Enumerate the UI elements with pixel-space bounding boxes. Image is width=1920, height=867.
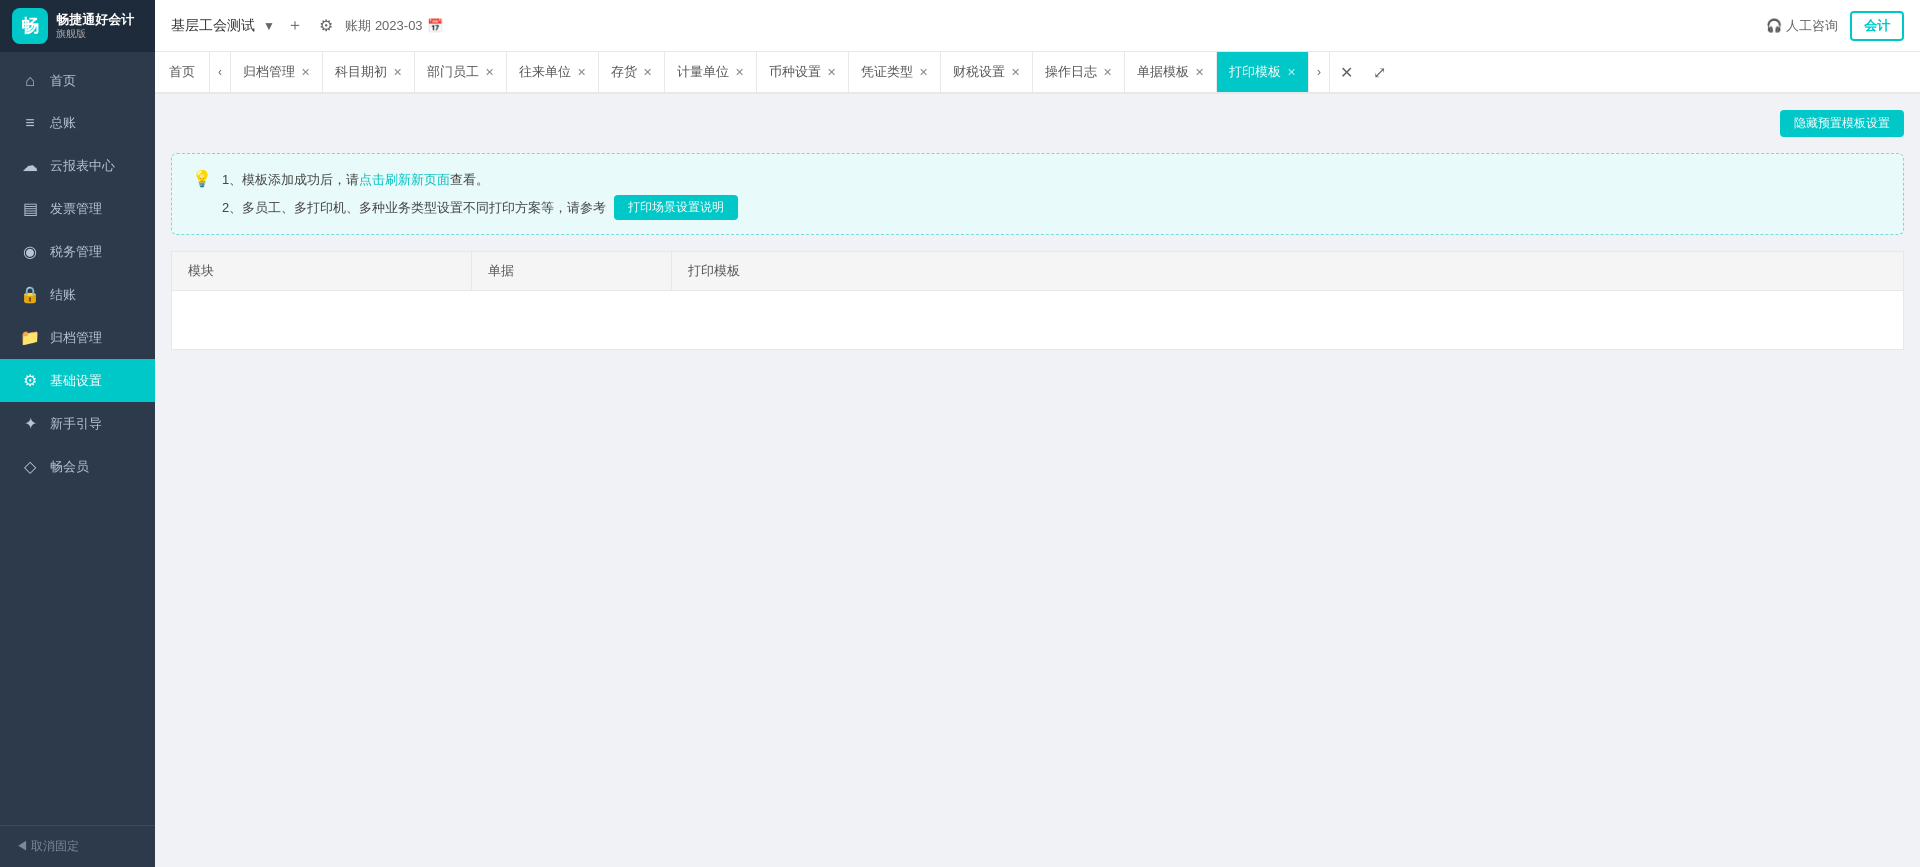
sidebar-item-label: 首页 — [50, 72, 76, 90]
sidebar-item-vip[interactable]: ◇ 畅会员 — [0, 445, 155, 488]
sidebar-item-ledger[interactable]: ≡ 总账 — [0, 102, 155, 144]
tab-archive[interactable]: 归档管理 ✕ — [231, 52, 323, 93]
tab-close-icon[interactable]: ✕ — [643, 66, 652, 79]
sidebar-item-reports[interactable]: ☁ 云报表中心 — [0, 144, 155, 187]
print-scene-button[interactable]: 打印场景设置说明 — [614, 195, 738, 220]
sidebar-item-settings[interactable]: ⚙ 基础设置 — [0, 359, 155, 402]
sidebar-item-tax[interactable]: ◉ 税务管理 — [0, 230, 155, 273]
bulb-icon: 💡 — [192, 169, 212, 188]
ledger-icon: ≡ — [20, 114, 40, 132]
template-table: 模块 单据 打印模板 — [171, 251, 1904, 350]
sidebar-item-closing[interactable]: 🔒 结账 — [0, 273, 155, 316]
notice-box: 💡 1、模板添加成功后，请点击刷新新页面查看。 2、多员工、多打印机、多种业务类… — [171, 153, 1904, 235]
sidebar-item-label: 结账 — [50, 286, 76, 304]
tab-voucher[interactable]: 凭证类型 ✕ — [849, 52, 941, 93]
tab-close-icon[interactable]: ✕ — [735, 66, 744, 79]
sidebar-item-guide[interactable]: ✦ 新手引导 — [0, 402, 155, 445]
tab-close-icon[interactable]: ✕ — [301, 66, 310, 79]
notice-line1: 1、模板添加成功后，请点击刷新新页面查看。 — [222, 168, 738, 191]
tab-expand-button[interactable]: ⤢ — [1363, 52, 1396, 93]
tax-icon: ◉ — [20, 242, 40, 261]
tab-close-icon[interactable]: ✕ — [485, 66, 494, 79]
sidebar-item-label: 基础设置 — [50, 372, 102, 390]
kuaiji-button[interactable]: 会计 — [1850, 11, 1904, 41]
notice-row: 💡 1、模板添加成功后，请点击刷新新页面查看。 2、多员工、多打印机、多种业务类… — [192, 168, 1883, 220]
sidebar-item-label: 畅会员 — [50, 458, 89, 476]
tab-close-all-button[interactable]: ✕ — [1330, 52, 1363, 93]
archive-icon: 📁 — [20, 328, 40, 347]
tab-close-icon[interactable]: ✕ — [1011, 66, 1020, 79]
tab-currency[interactable]: 币种设置 ✕ — [757, 52, 849, 93]
home-icon: ⌂ — [20, 72, 40, 90]
invoice-icon: ▤ — [20, 199, 40, 218]
vip-icon: ◇ — [20, 457, 40, 476]
sidebar-item-label: 云报表中心 — [50, 157, 115, 175]
sidebar-item-label: 总账 — [50, 114, 76, 132]
unpin-button[interactable]: ◀ 取消固定 — [0, 825, 155, 867]
content-area: 隐藏预置模板设置 💡 1、模板添加成功后，请点击刷新新页面查看。 2、多员工、多… — [155, 94, 1920, 867]
calendar-icon[interactable]: 📅 — [427, 18, 443, 33]
tab-home[interactable]: 首页 — [155, 52, 210, 93]
tab-close-icon[interactable]: ✕ — [1287, 66, 1296, 79]
guide-icon: ✦ — [20, 414, 40, 433]
notice-line2: 2、多员工、多打印机、多种业务类型设置不同打印方案等，请参考 打印场景设置说明 — [222, 195, 738, 220]
settings-gear-button[interactable]: ⚙ — [315, 12, 337, 39]
sidebar-item-invoice[interactable]: ▤ 发票管理 — [0, 187, 155, 230]
sidebar-item-label: 税务管理 — [50, 243, 102, 261]
cloud-icon: ☁ — [20, 156, 40, 175]
closing-icon: 🔒 — [20, 285, 40, 304]
top-bar-left: 基层工会测试 ▼ ＋ ⚙ 账期 2023-03 📅 — [171, 11, 443, 40]
col-module-header: 模块 — [172, 252, 472, 290]
table-body — [171, 290, 1904, 350]
settings-icon: ⚙ — [20, 371, 40, 390]
tab-nav-right[interactable]: › — [1309, 52, 1330, 93]
table-header: 模块 单据 打印模板 — [171, 251, 1904, 290]
logo-sub: 旗舰版 — [56, 28, 134, 40]
tab-unit[interactable]: 计量单位 ✕ — [665, 52, 757, 93]
tab-single[interactable]: 单据模板 ✕ — [1125, 52, 1217, 93]
tab-close-icon[interactable]: ✕ — [393, 66, 402, 79]
company-dropdown-icon[interactable]: ▼ — [263, 19, 275, 33]
tab-bar: 首页 ‹ 归档管理 ✕ 科目期初 ✕ 部门员工 ✕ 往来单位 ✕ 存货 ✕ 计量… — [155, 52, 1920, 94]
logo-title: 畅捷通好会计 — [56, 12, 134, 28]
tab-inventory[interactable]: 存货 ✕ — [599, 52, 665, 93]
tab-close-icon[interactable]: ✕ — [827, 66, 836, 79]
tab-close-icon[interactable]: ✕ — [1195, 66, 1204, 79]
sidebar-item-archive[interactable]: 📁 归档管理 — [0, 316, 155, 359]
col-single-header: 单据 — [472, 252, 672, 290]
company-name: 基层工会测试 — [171, 17, 255, 35]
logo: 畅 畅捷通好会计 旗舰版 — [0, 0, 155, 52]
col-template-header: 打印模板 — [672, 252, 1903, 290]
tab-nav-left[interactable]: ‹ — [210, 52, 231, 93]
tab-close-icon[interactable]: ✕ — [919, 66, 928, 79]
sidebar-item-home[interactable]: ⌂ 首页 — [0, 60, 155, 102]
add-tab-button[interactable]: ＋ — [283, 11, 307, 40]
logo-icon: 畅 — [12, 8, 48, 44]
sidebar: 畅 畅捷通好会计 旗舰版 ⌂ 首页 ≡ 总账 ☁ 云报表中心 ▤ 发票管理 ◉ … — [0, 0, 155, 867]
tab-supplier[interactable]: 往来单位 ✕ — [507, 52, 599, 93]
top-bar-right: 🎧 人工咨询 会计 — [1766, 11, 1904, 41]
hide-template-button[interactable]: 隐藏预置模板设置 — [1780, 110, 1904, 137]
main-area: 基层工会测试 ▼ ＋ ⚙ 账期 2023-03 📅 🎧 人工咨询 会计 首页 ‹… — [155, 0, 1920, 867]
sidebar-item-label: 发票管理 — [50, 200, 102, 218]
sidebar-item-label: 归档管理 — [50, 329, 102, 347]
top-bar: 基层工会测试 ▼ ＋ ⚙ 账期 2023-03 📅 🎧 人工咨询 会计 — [155, 0, 1920, 52]
sidebar-item-label: 新手引导 — [50, 415, 102, 433]
content-header: 隐藏预置模板设置 — [171, 110, 1904, 147]
notice-content: 1、模板添加成功后，请点击刷新新页面查看。 2、多员工、多打印机、多种业务类型设… — [222, 168, 738, 220]
tab-close-icon[interactable]: ✕ — [577, 66, 586, 79]
tab-department[interactable]: 部门员工 ✕ — [415, 52, 507, 93]
tab-subject[interactable]: 科目期初 ✕ — [323, 52, 415, 93]
sidebar-nav: ⌂ 首页 ≡ 总账 ☁ 云报表中心 ▤ 发票管理 ◉ 税务管理 🔒 结账 📁 归… — [0, 52, 155, 825]
tab-taxsettings[interactable]: 财税设置 ✕ — [941, 52, 1033, 93]
refresh-link[interactable]: 点击刷新新页面 — [359, 172, 450, 187]
headset-icon: 🎧 — [1766, 18, 1782, 33]
period-label: 账期 2023-03 📅 — [345, 17, 443, 35]
tab-oplog[interactable]: 操作日志 ✕ — [1033, 52, 1125, 93]
tab-close-icon[interactable]: ✕ — [1103, 66, 1112, 79]
logo-text: 畅捷通好会计 旗舰版 — [56, 12, 134, 40]
support-button[interactable]: 🎧 人工咨询 — [1766, 17, 1838, 35]
tab-print[interactable]: 打印模板 ✕ — [1217, 52, 1309, 93]
